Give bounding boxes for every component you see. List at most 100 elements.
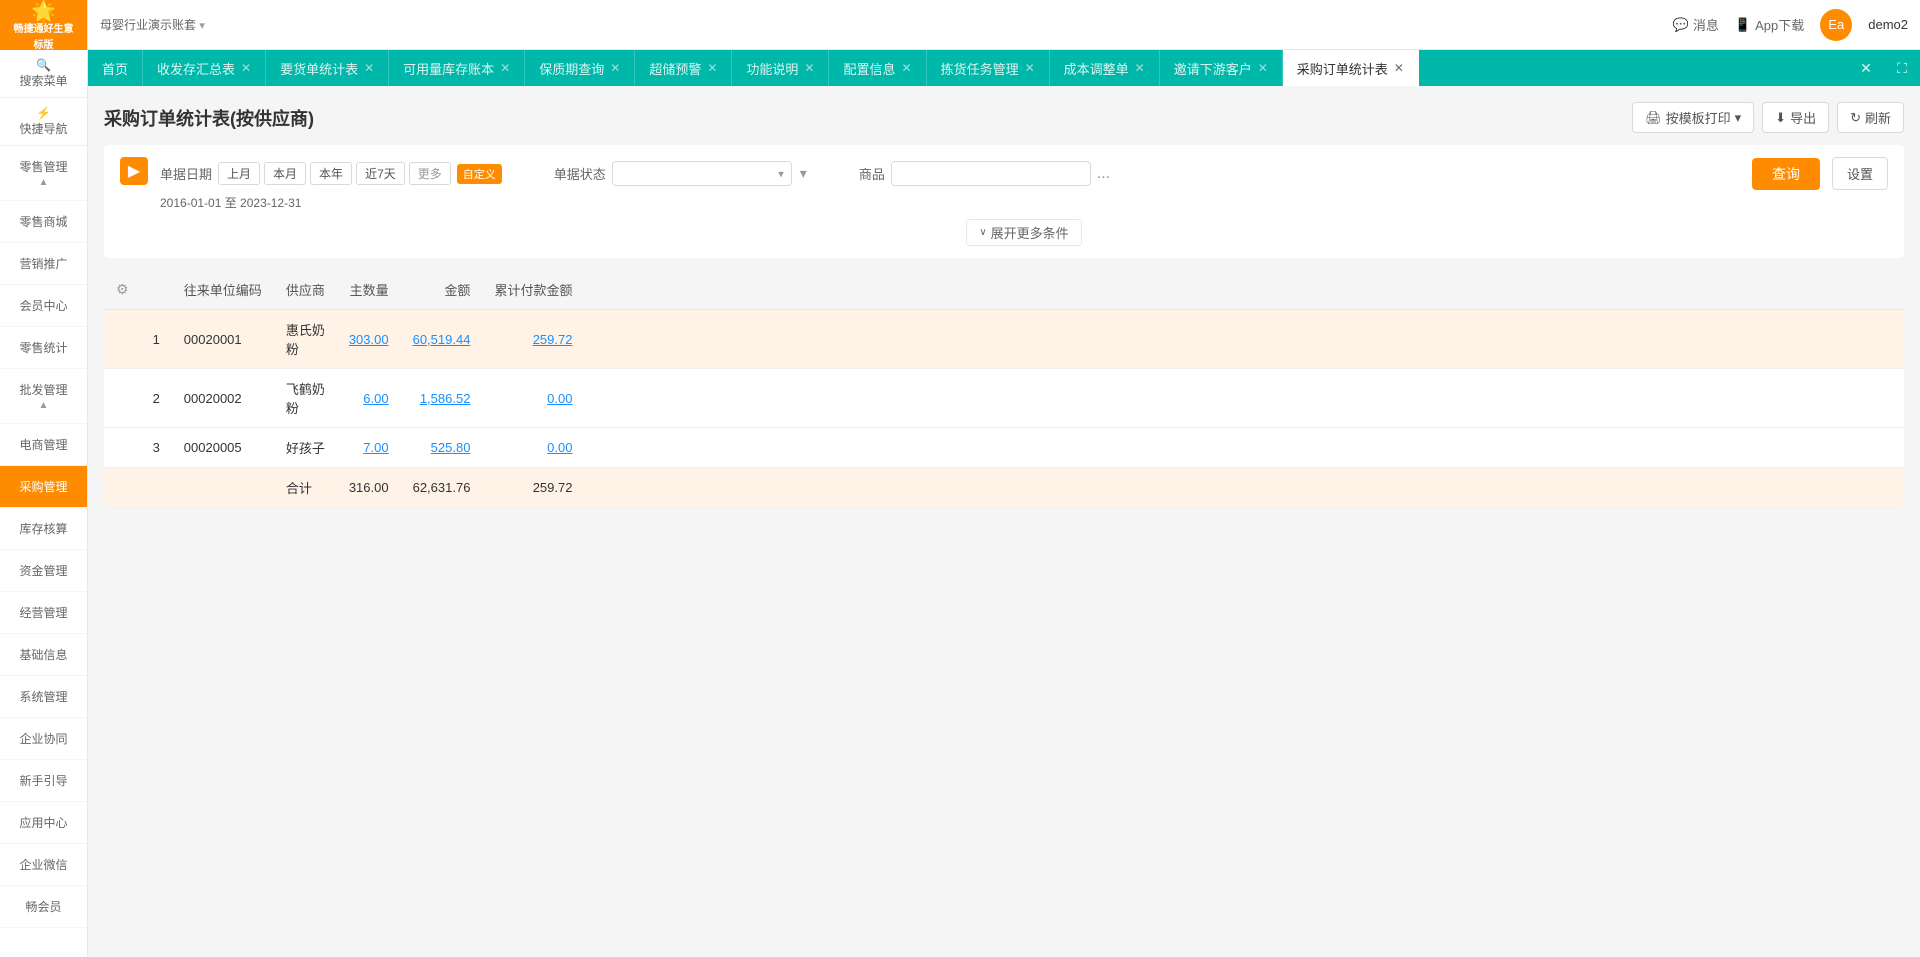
table-settings-icon[interactable]: ⚙: [116, 281, 129, 297]
sidebar-item-ecommerce[interactable]: 电商管理: [0, 424, 87, 466]
export-button[interactable]: ⬇ 导出: [1762, 102, 1829, 133]
sidebar-item-label: 电商管理: [19, 436, 67, 453]
sidebar-item-enterprise-collab[interactable]: 企业协同: [0, 718, 87, 760]
tab-close-cost-adjust[interactable]: ✕: [1135, 61, 1145, 75]
print-button[interactable]: 🖨 按模板打印 ▾: [1632, 102, 1754, 133]
goods-filter-input[interactable]: [891, 161, 1091, 186]
date-btn-更多[interactable]: 更多: [409, 162, 451, 185]
tab-overstock-warning[interactable]: 超储预警✕: [635, 50, 732, 86]
sidebar-item-label: 经营管理: [19, 604, 67, 621]
table-row: 3 00020005 好孩子 7.00 525.80 0.00: [104, 428, 1904, 468]
app-download-button[interactable]: 📱 App下载: [1735, 15, 1804, 34]
expand-more-button[interactable]: ∨ 展开更多条件: [966, 219, 1081, 246]
sidebar-item-wholesale-mgmt[interactable]: 批发管理▲: [0, 369, 87, 424]
sidebar-item-enterprise-wechat[interactable]: 企业微信: [0, 844, 87, 886]
app-logo[interactable]: 🌟 畅捷通好生意 标版: [0, 0, 87, 50]
cell-amount-2[interactable]: 1,586.52: [401, 369, 483, 428]
workspace-arrow-icon: ▾: [199, 20, 205, 32]
sidebar-item-inventory[interactable]: 库存核算: [0, 508, 87, 550]
tab-shelf-life[interactable]: 保质期查询✕: [525, 50, 635, 86]
tab-label-cost-adjust: 成本调整单: [1064, 59, 1129, 78]
sidebar: 🌟 畅捷通好生意 标版 🔍 搜索菜单 ⚡ 快捷导航 零售管理▲零售商城营销推广会…: [0, 0, 88, 957]
sidebar-quicknav[interactable]: ⚡ 快捷导航: [0, 98, 87, 146]
tab-close-purchase-stats[interactable]: ✕: [1394, 61, 1404, 75]
tab-maximize-button[interactable]: ⛶: [1884, 50, 1920, 86]
page-actions: 🖨 按模板打印 ▾ ⬇ 导出 ↻ 刷新: [1632, 102, 1904, 133]
tab-close-goods-stats[interactable]: ✕: [364, 61, 374, 75]
footer-paid-amount: 259.72: [482, 468, 584, 508]
cell-paid-amount-1[interactable]: 259.72: [482, 310, 584, 369]
tab-close-config-info[interactable]: ✕: [902, 61, 912, 75]
tab-pick-task[interactable]: 拣货任务管理✕: [927, 50, 1050, 86]
refresh-button[interactable]: ↻ 刷新: [1837, 102, 1904, 133]
date-btn-本月[interactable]: 本月: [264, 162, 306, 185]
logo-icon: 🌟: [31, 0, 56, 24]
cell-amount-3[interactable]: 525.80: [401, 428, 483, 468]
date-btn-本年[interactable]: 本年: [310, 162, 352, 185]
tab-close-overstock-warning[interactable]: ✕: [707, 61, 717, 75]
tab-close-function-desc[interactable]: ✕: [804, 61, 814, 75]
tab-invite-downstream[interactable]: 邀请下游客户✕: [1160, 50, 1283, 86]
tab-close-invite-downstream[interactable]: ✕: [1258, 61, 1268, 75]
cell-extra-2: [584, 369, 1904, 428]
tab-goods-stats[interactable]: 要货单统计表✕: [266, 50, 389, 86]
sidebar-item-retail-management[interactable]: 零售管理▲: [0, 146, 87, 201]
cell-settings-3: [104, 428, 141, 468]
sidebar-item-new-guide[interactable]: 新手引导: [0, 760, 87, 802]
cell-amount-1[interactable]: 60,519.44: [401, 310, 483, 369]
tab-controls: ✕ ⛶: [1848, 50, 1920, 86]
tab-collect-pay[interactable]: 收发存汇总表✕: [143, 50, 266, 86]
date-btn-上月[interactable]: 上月: [218, 162, 260, 185]
sidebar-submenu-arrow: ▲: [39, 400, 49, 411]
tab-cost-adjust[interactable]: 成本调整单 ✕: [1050, 50, 1160, 86]
status-select[interactable]: 草稿 已确认 已关闭: [612, 161, 792, 186]
date-btn-近7天[interactable]: 近7天: [356, 162, 405, 185]
sidebar-item-operations[interactable]: 经营管理: [0, 592, 87, 634]
sidebar-item-member-center[interactable]: 会员中心: [0, 285, 87, 327]
sidebar-item-basic-info[interactable]: 基础信息: [0, 634, 87, 676]
date-custom-tag[interactable]: 自定义: [457, 164, 502, 184]
sidebar-item-system-mgmt[interactable]: 系统管理: [0, 676, 87, 718]
sidebar-item-retail-stats[interactable]: 零售统计: [0, 327, 87, 369]
user-name[interactable]: demo2: [1868, 17, 1908, 32]
tab-config-info[interactable]: 配置信息 ✕: [829, 50, 926, 86]
tab-close-all-button[interactable]: ✕: [1848, 50, 1884, 86]
filter-area: ▶ 单据日期 上月本月本年近7天更多 自定义 单据状态: [104, 145, 1904, 258]
sidebar-item-marketing[interactable]: 营销推广: [0, 243, 87, 285]
workspace-selector[interactable]: 母婴行业演示账套 ▾: [100, 16, 205, 33]
tab-label-config-info: 配置信息: [843, 59, 895, 78]
tab-close-shelf-life[interactable]: ✕: [610, 61, 620, 75]
sidebar-search[interactable]: 🔍 搜索菜单: [0, 50, 87, 98]
tab-close-inventory-book[interactable]: ✕: [500, 61, 510, 75]
tab-home[interactable]: 首页: [88, 50, 143, 86]
cell-quantity-3[interactable]: 7.00: [337, 428, 401, 468]
cell-quantity-1[interactable]: 303.00: [337, 310, 401, 369]
footer-amount: 62,631.76: [401, 468, 483, 508]
user-avatar[interactable]: Ea: [1820, 9, 1852, 41]
query-button[interactable]: 查询: [1752, 158, 1820, 190]
sidebar-item-app-center[interactable]: 应用中心: [0, 802, 87, 844]
goods-filter-group: 商品 ...: [859, 161, 1110, 186]
footer-empty-index: [141, 468, 172, 508]
sidebar-item-label: 企业协同: [19, 730, 67, 747]
status-filter-label: 单据状态: [554, 164, 606, 183]
sidebar-item-label: 资金管理: [19, 562, 67, 579]
cell-paid-amount-3[interactable]: 0.00: [482, 428, 584, 468]
sidebar-item-retail-mall[interactable]: 零售商城: [0, 201, 87, 243]
filter-ellipsis[interactable]: ...: [1097, 165, 1110, 183]
tab-label-home: 首页: [102, 59, 128, 78]
tab-inventory-book[interactable]: 可用量库存账本✕: [389, 50, 525, 86]
tab-close-collect-pay[interactable]: ✕: [241, 61, 251, 75]
message-button[interactable]: 💬 消息: [1673, 15, 1719, 34]
cell-quantity-2[interactable]: 6.00: [337, 369, 401, 428]
tab-purchase-stats[interactable]: 采购订单统计表✕: [1283, 50, 1419, 86]
sidebar-item-member[interactable]: 畅会员: [0, 886, 87, 928]
cell-paid-amount-2[interactable]: 0.00: [482, 369, 584, 428]
tab-function-desc[interactable]: 功能说明✕: [732, 50, 829, 86]
col-amount: 金额: [401, 270, 483, 310]
sidebar-item-finance[interactable]: 资金管理: [0, 550, 87, 592]
tab-close-pick-task[interactable]: ✕: [1025, 61, 1035, 75]
settings-button[interactable]: 设置: [1832, 157, 1888, 190]
sidebar-item-purchase-mgmt[interactable]: 采购管理: [0, 466, 87, 508]
filter-toggle-button[interactable]: ▶: [120, 157, 148, 185]
